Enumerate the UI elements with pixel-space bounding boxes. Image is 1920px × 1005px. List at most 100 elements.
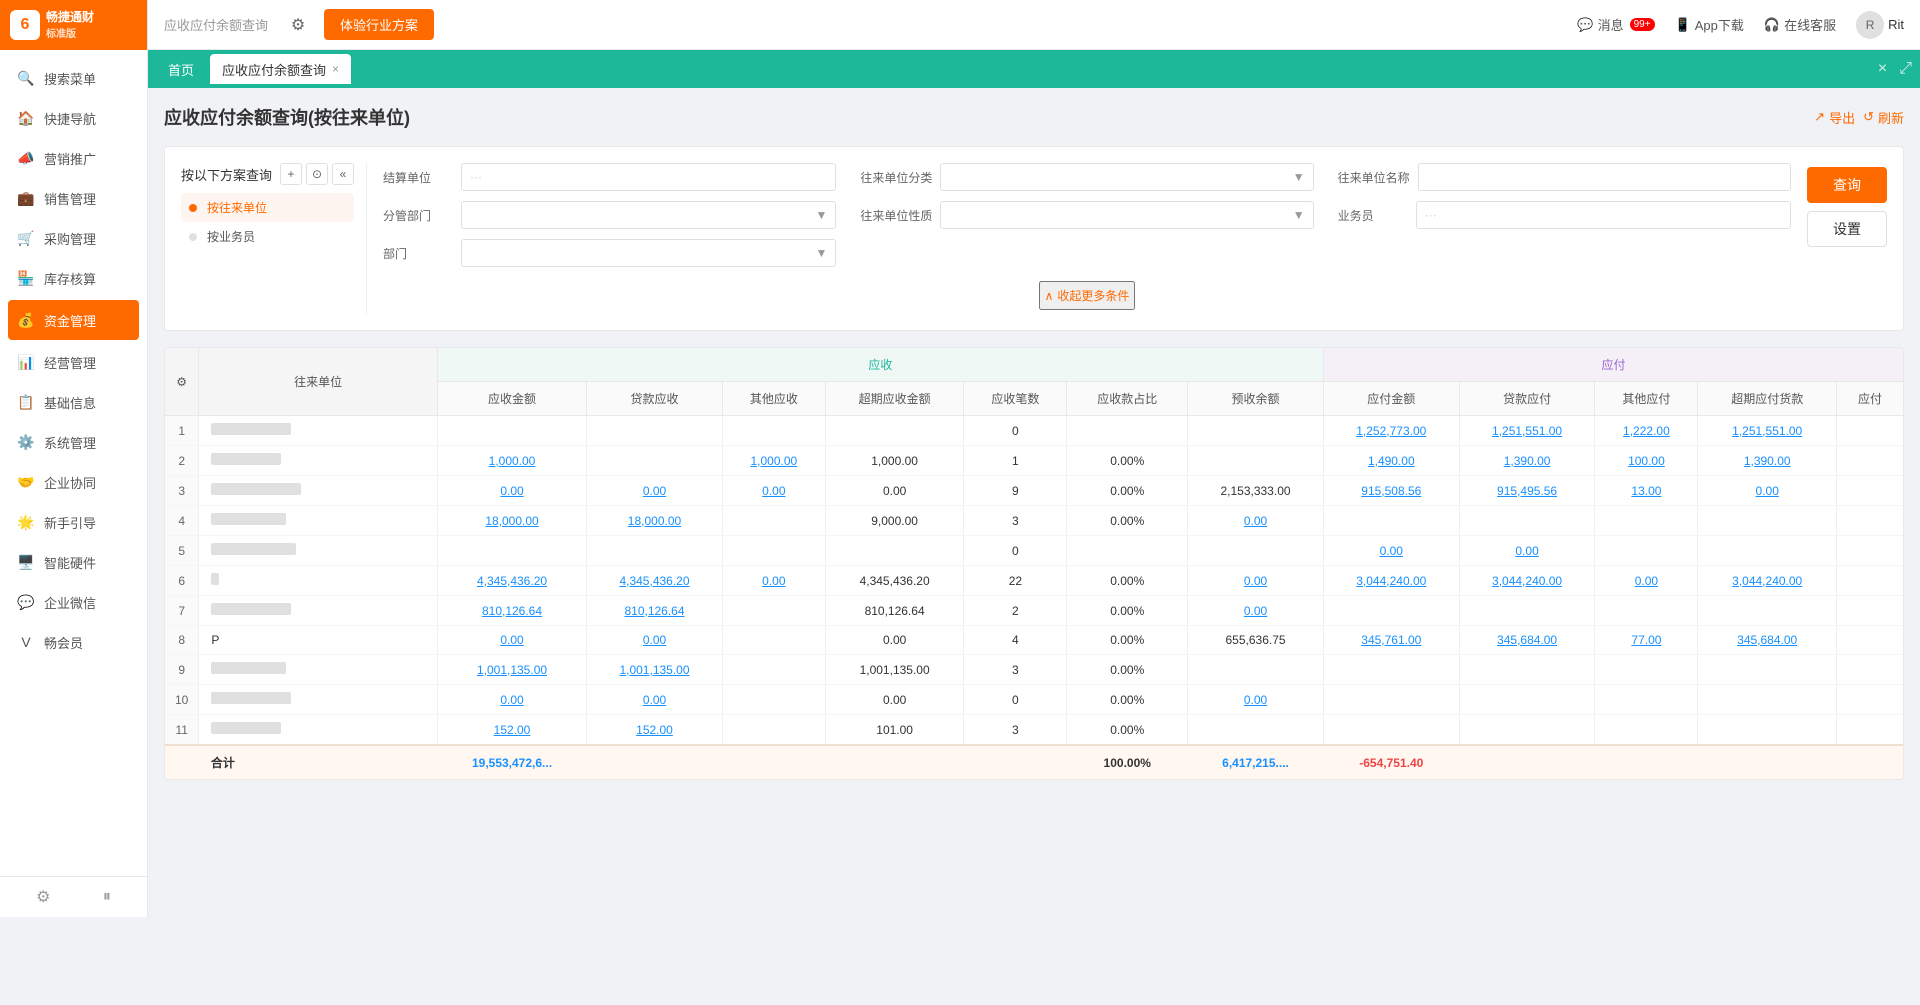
tab-balance-query[interactable]: 应收应付余额查询 × (210, 54, 351, 84)
loan-recv-3[interactable]: 0.00 (587, 476, 723, 506)
collapse-more-button[interactable]: ∧ 收起更多条件 (1039, 281, 1136, 310)
recv-amt-8[interactable]: 0.00 (437, 626, 586, 655)
overdue-pay-2[interactable]: 1,390.00 (1698, 446, 1837, 476)
recv-amt-11[interactable]: 152.00 (437, 715, 586, 746)
advance-6[interactable]: 0.00 (1188, 566, 1324, 596)
pay-amt-1[interactable]: 1,252,773.00 (1323, 416, 1459, 446)
pay-amt-8[interactable]: 345,761.00 (1323, 626, 1459, 655)
advance-4[interactable]: 0.00 (1188, 506, 1324, 536)
recv-amt-7[interactable]: 810,126.64 (437, 596, 586, 626)
export-button[interactable]: ↗ 导出 (1814, 108, 1855, 127)
overdue-pay-3[interactable]: 0.00 (1698, 476, 1837, 506)
other-pay-3[interactable]: 13.00 (1595, 476, 1698, 506)
loan-pay-1[interactable]: 1,251,551.00 (1459, 416, 1595, 446)
loan-recv-6[interactable]: 4,345,436.20 (587, 566, 723, 596)
recv-amt-9[interactable]: 1,001,135.00 (437, 655, 586, 685)
tab-close-icon[interactable]: × (332, 62, 339, 76)
sidebar-item-sales[interactable]: 💼 销售管理 (0, 178, 147, 218)
recv-amt-6[interactable]: 4,345,436.20 (437, 566, 586, 596)
other-pay-8[interactable]: 77.00 (1595, 626, 1698, 655)
overdue-pay-8[interactable]: 345,684.00 (1698, 626, 1837, 655)
scheme-by-salesman[interactable]: 按业务员 (181, 222, 354, 251)
online-service-item[interactable]: 🎧 在线客服 (1764, 15, 1836, 34)
loan-recv-11[interactable]: 152.00 (587, 715, 723, 746)
scheme-partner-label: 按往来单位 (207, 199, 267, 216)
dept-select[interactable]: ▼ (461, 201, 836, 229)
recv-amt-3[interactable]: 0.00 (437, 476, 586, 506)
promo-button[interactable]: 体验行业方案 (324, 9, 434, 40)
topbar-right: 💬 消息 99+ 📱 App下载 🎧 在线客服 R Rit (1577, 11, 1904, 39)
footer-advance[interactable]: 6,417,215.... (1188, 745, 1324, 779)
partner-3 (199, 476, 438, 506)
footer-recv-total[interactable]: 19,553,472,6... (437, 745, 586, 779)
other-pay-4 (1595, 506, 1698, 536)
other-recv-3[interactable]: 0.00 (722, 476, 825, 506)
other-pay-2[interactable]: 100.00 (1595, 446, 1698, 476)
sidebar-item-system[interactable]: ⚙️ 系统管理 (0, 422, 147, 462)
app-download-item[interactable]: 📱 App下载 (1675, 15, 1744, 34)
overdue-pay-1[interactable]: 1,251,551.00 (1698, 416, 1837, 446)
pay-amt-2[interactable]: 1,490.00 (1323, 446, 1459, 476)
sidebar-item-quicknav[interactable]: 🏠 快捷导航 (0, 98, 147, 138)
other-pay-6[interactable]: 0.00 (1595, 566, 1698, 596)
sidebar-item-member[interactable]: V 畅会员 (0, 622, 147, 662)
table-settings-icon[interactable]: ⚙ (176, 375, 187, 389)
sidebar-item-wechat[interactable]: 💬 企业微信 (0, 582, 147, 622)
loan-recv-8[interactable]: 0.00 (587, 626, 723, 655)
advance-7[interactable]: 0.00 (1188, 596, 1324, 626)
loan-recv-9[interactable]: 1,001,135.00 (587, 655, 723, 685)
tab-home[interactable]: 首页 (156, 54, 206, 84)
sidebar-item-purchase[interactable]: 🛒 采购管理 (0, 218, 147, 258)
loan-pay-6[interactable]: 3,044,240.00 (1459, 566, 1595, 596)
sidebar-item-basic[interactable]: 📋 基础信息 (0, 382, 147, 422)
settings-button[interactable]: 设置 (1807, 211, 1887, 247)
advance-10[interactable]: 0.00 (1188, 685, 1324, 715)
other-pay-1[interactable]: 1,222.00 (1595, 416, 1698, 446)
sidebar-item-collab[interactable]: 🤝 企业协同 (0, 462, 147, 502)
sidebar-collapse-icon[interactable]: ⏸ (103, 888, 111, 906)
recv-amt-10[interactable]: 0.00 (437, 685, 586, 715)
advance-2 (1188, 446, 1324, 476)
loan-recv-7[interactable]: 810,126.64 (587, 596, 723, 626)
section-select[interactable]: ▼ (461, 239, 836, 267)
sidebar-item-marketing[interactable]: 📣 营销推广 (0, 138, 147, 178)
sidebar-item-inventory[interactable]: 🏪 库存核算 (0, 258, 147, 298)
refresh-button[interactable]: ↺ 刷新 (1863, 108, 1904, 127)
partner-nature-select[interactable]: ▼ (940, 201, 1313, 229)
pay-amt-6[interactable]: 3,044,240.00 (1323, 566, 1459, 596)
query-button[interactable]: 查询 (1807, 167, 1887, 203)
other-recv-6[interactable]: 0.00 (722, 566, 825, 596)
recv-amt-2[interactable]: 1,000.00 (437, 446, 586, 476)
loan-pay-3[interactable]: 915,495.56 (1459, 476, 1595, 506)
scheme-settings-button[interactable]: ⊙ (306, 163, 328, 185)
sidebar-item-guide[interactable]: 🌟 新手引导 (0, 502, 147, 542)
other-pay-7 (1595, 596, 1698, 626)
add-scheme-button[interactable]: + (280, 163, 302, 185)
sidebar-item-operation[interactable]: 📊 经营管理 (0, 342, 147, 382)
sidebar-settings-icon[interactable]: ⚙ (36, 887, 50, 907)
window-close-icon[interactable]: × (1878, 60, 1887, 78)
recv-amt-4[interactable]: 18,000.00 (437, 506, 586, 536)
loan-pay-8[interactable]: 345,684.00 (1459, 626, 1595, 655)
topbar-gear-icon[interactable]: ⚙ (284, 11, 312, 39)
loan-pay-2[interactable]: 1,390.00 (1459, 446, 1595, 476)
sidebar-item-hardware[interactable]: 🖥️ 智能硬件 (0, 542, 147, 582)
scheme-by-partner[interactable]: 按往来单位 (181, 193, 354, 222)
pay-amt-5[interactable]: 0.00 (1323, 536, 1459, 566)
pay-amt-3[interactable]: 915,508.56 (1323, 476, 1459, 506)
partner-name-input[interactable] (1418, 163, 1791, 191)
sidebar-item-search[interactable]: 🔍 搜索菜单 (0, 58, 147, 98)
loan-recv-4[interactable]: 18,000.00 (587, 506, 723, 536)
sidebar-item-finance[interactable]: 💰 资金管理 (8, 300, 139, 340)
scheme-collapse-button[interactable]: « (332, 163, 354, 185)
messages-item[interactable]: 💬 消息 99+ (1577, 15, 1654, 34)
loan-pay-5[interactable]: 0.00 (1459, 536, 1595, 566)
overdue-pay-6[interactable]: 3,044,240.00 (1698, 566, 1837, 596)
window-maximize-icon[interactable]: ⤢ (1899, 60, 1912, 78)
partner-type-select[interactable]: ▼ (940, 163, 1313, 191)
loan-recv-10[interactable]: 0.00 (587, 685, 723, 715)
other-recv-2[interactable]: 1,000.00 (722, 446, 825, 476)
data-table: ⚙ 往来单位 应收 应付 应收金额 贷款应收 其他应收 超期应收金额 应收笔数 … (165, 348, 1903, 779)
sidebar-label-system: 系统管理 (44, 433, 96, 452)
user-profile[interactable]: R Rit (1856, 11, 1904, 39)
